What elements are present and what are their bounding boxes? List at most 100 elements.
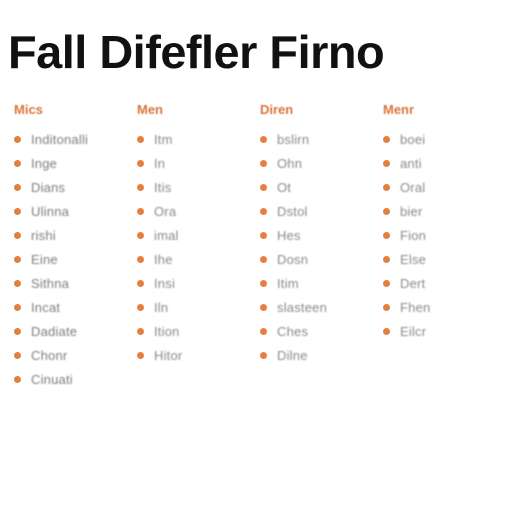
bullet-icon [260, 256, 267, 263]
list-item: Dilne [260, 343, 365, 367]
bullet-icon [260, 232, 267, 239]
bullet-icon [260, 136, 267, 143]
bullet-icon [383, 328, 390, 335]
list-item: Iln [137, 295, 242, 319]
item-label: Chonr [31, 348, 67, 363]
columns-container: Mics Inditonalli Inge Dians Ulinna rishi… [8, 102, 488, 391]
list-item: Itim [260, 271, 365, 295]
column-header: Mics [14, 102, 119, 117]
bullet-icon [383, 256, 390, 263]
bullet-icon [137, 232, 144, 239]
list-item: slasteen [260, 295, 365, 319]
item-label: Dians [31, 180, 65, 195]
bullet-icon [260, 304, 267, 311]
bullet-icon [14, 184, 21, 191]
column-header: Men [137, 102, 242, 117]
list-item: Dadiate [14, 319, 119, 343]
item-label: Hes [277, 228, 301, 243]
list-item: Chonr [14, 343, 119, 367]
list-item: Fion [383, 223, 488, 247]
page-title: Fall Difefler Firno [8, 28, 498, 76]
list-item: Ulinna [14, 199, 119, 223]
item-label: imal [154, 228, 179, 243]
list-item: bslirn [260, 127, 365, 151]
bullet-icon [383, 304, 390, 311]
item-label: bslirn [277, 132, 309, 147]
bullet-icon [14, 208, 21, 215]
bullet-icon [14, 136, 21, 143]
item-label: Eine [31, 252, 58, 267]
item-label: Cinuati [31, 372, 73, 387]
item-label: Iln [154, 300, 168, 315]
column-3: Diren bslirn Ohn Ot Dstol Hes Dosn Itim … [260, 102, 365, 391]
list-item: Fhen [383, 295, 488, 319]
bullet-icon [137, 208, 144, 215]
bullet-icon [383, 232, 390, 239]
item-label: Inge [31, 156, 57, 171]
list-item: Hes [260, 223, 365, 247]
list-item: Dert [383, 271, 488, 295]
item-label: Ition [154, 324, 180, 339]
item-label: bier [400, 204, 422, 219]
item-label: Oral [400, 180, 425, 195]
list-item: Ora [137, 199, 242, 223]
bullet-icon [14, 376, 21, 383]
item-label: In [154, 156, 165, 171]
list-item: Dstol [260, 199, 365, 223]
list-item: Oral [383, 175, 488, 199]
item-label: Ulinna [31, 204, 69, 219]
item-label: Fhen [400, 300, 430, 315]
list-item: Cinuati [14, 367, 119, 391]
list-item: Eilcr [383, 319, 488, 343]
list-item: Else [383, 247, 488, 271]
bullet-icon [260, 208, 267, 215]
bullet-icon [383, 136, 390, 143]
document-page: Fall Difefler Firno Mics Inditonalli Ing… [0, 0, 512, 512]
bullet-icon [137, 304, 144, 311]
bullet-icon [260, 184, 267, 191]
list-item: boei [383, 127, 488, 151]
list-item: Dosn [260, 247, 365, 271]
bullet-icon [137, 256, 144, 263]
bullet-icon [260, 328, 267, 335]
item-label: Eilcr [400, 324, 426, 339]
bullet-icon [383, 208, 390, 215]
list-item: Inditonalli [14, 127, 119, 151]
item-label: anti [400, 156, 422, 171]
list-item: Ot [260, 175, 365, 199]
item-label: Incat [31, 300, 60, 315]
column-1: Mics Inditonalli Inge Dians Ulinna rishi… [14, 102, 119, 391]
bullet-icon [14, 304, 21, 311]
list-item: Eine [14, 247, 119, 271]
item-label: Ot [277, 180, 291, 195]
bullet-icon [14, 280, 21, 287]
list-item: Ihe [137, 247, 242, 271]
list-item: Dians [14, 175, 119, 199]
list-item: Inge [14, 151, 119, 175]
item-label: Dilne [277, 348, 308, 363]
item-label: Ohn [277, 156, 302, 171]
list-item: Itis [137, 175, 242, 199]
bullet-icon [137, 136, 144, 143]
item-label: boei [400, 132, 425, 147]
item-label: Fion [400, 228, 426, 243]
list-item: rishi [14, 223, 119, 247]
list-item: Ohn [260, 151, 365, 175]
item-label: Ora [154, 204, 176, 219]
list-item: anti [383, 151, 488, 175]
list-item: Ches [260, 319, 365, 343]
bullet-icon [137, 280, 144, 287]
bullet-icon [260, 280, 267, 287]
column-header: Diren [260, 102, 365, 117]
bullet-icon [137, 352, 144, 359]
column-header: Menr [383, 102, 488, 117]
bullet-icon [14, 352, 21, 359]
list-item: imal [137, 223, 242, 247]
item-label: Insi [154, 276, 175, 291]
item-label: Dert [400, 276, 425, 291]
list-item: Hitor [137, 343, 242, 367]
item-label: Dadiate [31, 324, 77, 339]
bullet-icon [137, 328, 144, 335]
item-label: Dosn [277, 252, 308, 267]
bullet-icon [383, 184, 390, 191]
